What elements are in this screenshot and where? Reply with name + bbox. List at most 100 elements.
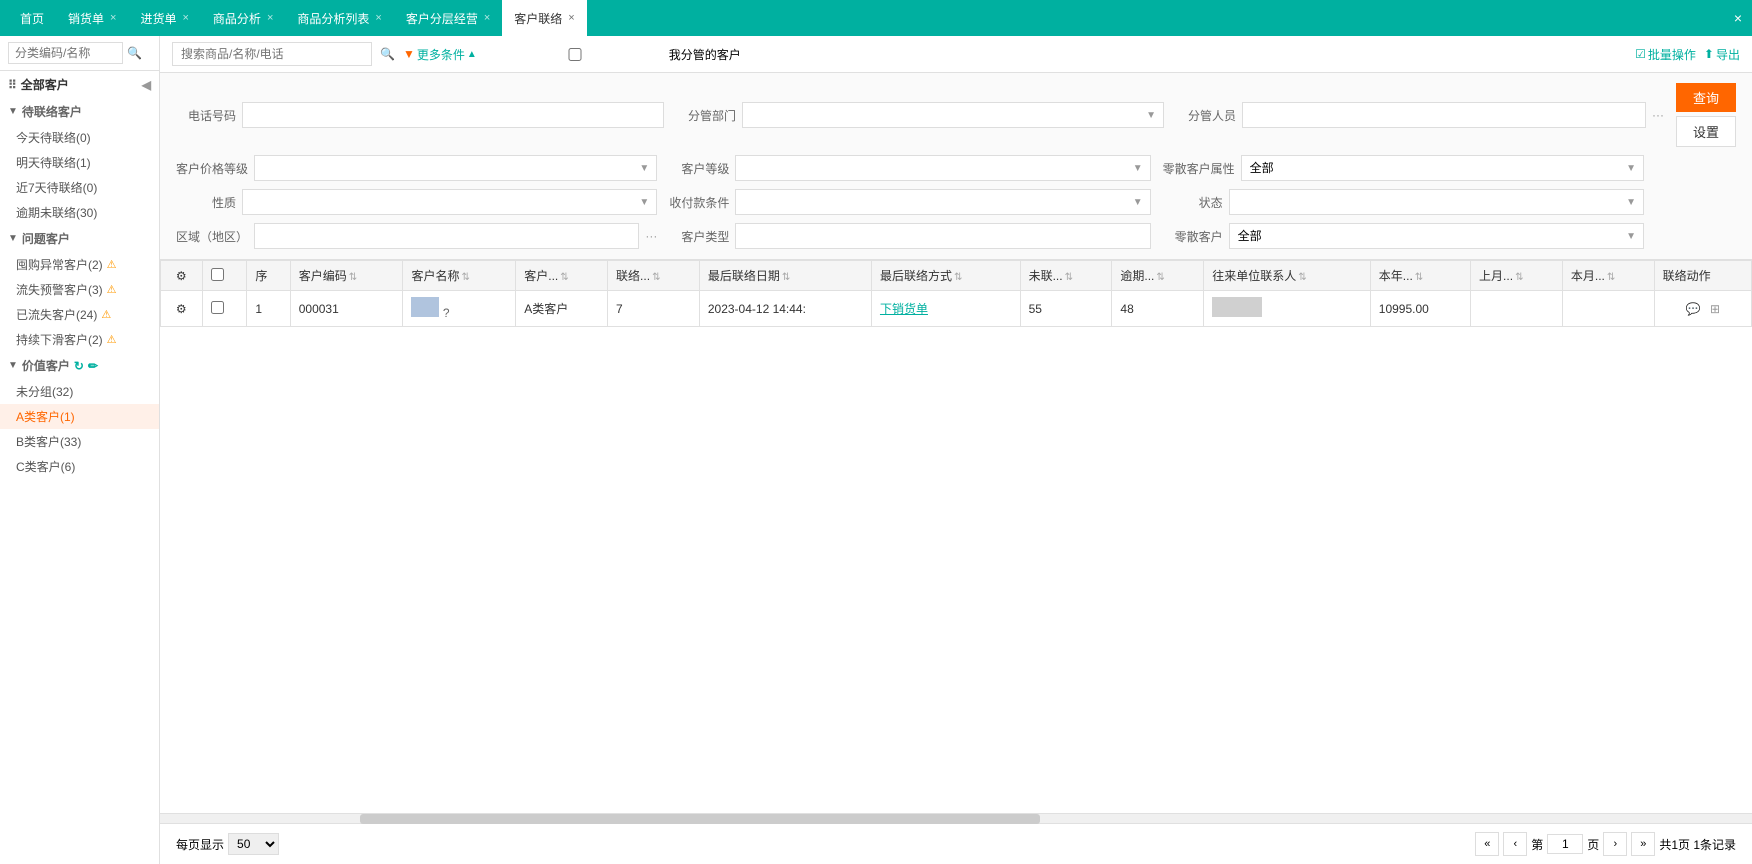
select-all-checkbox[interactable] — [211, 268, 224, 281]
last-date-header[interactable]: 最后联络日期⇅ — [699, 261, 871, 291]
filter-bar: 🔍 ▼ 更多条件 ▲ 我分管的客户 ☑ 批量操作 ⬆ 导出 — [160, 36, 1752, 73]
my-customers-check[interactable] — [485, 48, 665, 61]
problem-customers-header[interactable]: ▼ 问题客户 — [0, 225, 159, 252]
all-customers-header[interactable]: ⠿ 全部客户 ◀ — [0, 71, 159, 98]
page-size-select[interactable]: 50 100 200 — [228, 833, 279, 855]
sidebar-item-overdue[interactable]: 逾期未联络(30) — [0, 200, 159, 225]
close-all-tabs[interactable]: × — [1734, 10, 1742, 26]
row-checkbox[interactable] — [202, 291, 247, 327]
search-input[interactable] — [172, 42, 372, 66]
row-select-checkbox[interactable] — [211, 301, 224, 314]
manager-input[interactable] — [1242, 102, 1646, 128]
last-month-header[interactable]: 上月...⇅ — [1471, 261, 1563, 291]
manager-dots[interactable]: ··· — [1652, 108, 1664, 122]
top-actions: ☑ 批量操作 ⬆ 导出 — [1635, 46, 1740, 63]
contact-count-header[interactable]: 联络...⇅ — [608, 261, 700, 291]
region-input[interactable] — [254, 223, 639, 249]
sidebar-search-input[interactable] — [8, 42, 123, 64]
chat-action-icon[interactable]: 💬 — [1686, 302, 1701, 316]
last-method-link[interactable]: 下销货单 — [880, 302, 928, 316]
region-dots[interactable]: ··· — [645, 229, 657, 243]
row-contact-count: 7 — [608, 291, 700, 327]
sidebar-item-unclassified[interactable]: 未分组(32) — [0, 379, 159, 404]
value-customers-header[interactable]: ▼ 价值客户 ↻ ✏ — [0, 352, 159, 379]
overdue-sort: ⇅ — [1156, 272, 1164, 283]
sidebar-item-class-c[interactable]: C类客户(6) — [0, 454, 159, 479]
refresh-icon[interactable]: ↻ — [74, 359, 84, 373]
first-page-button[interactable]: « — [1475, 832, 1499, 856]
nav-tab-purchase[interactable]: 进货单 × — [128, 0, 200, 36]
customer-grade-select[interactable] — [735, 155, 1150, 181]
checkbox-header[interactable] — [202, 261, 247, 291]
pending-contact-header[interactable]: ▼ 待联络客户 — [0, 98, 159, 125]
batch-op-button[interactable]: ☑ 批量操作 — [1635, 46, 1696, 63]
collapse-icon[interactable]: ◀ — [142, 78, 151, 92]
contact-person-header[interactable]: 往来单位联系人⇅ — [1204, 261, 1371, 291]
next-page-button[interactable]: › — [1603, 832, 1627, 856]
status-label: 状态 — [1163, 194, 1223, 211]
edit-icon[interactable]: ✏ — [88, 359, 98, 373]
no-contact-sort: ⇅ — [1065, 272, 1073, 283]
last-method-header[interactable]: 最后联络方式⇅ — [871, 261, 1020, 291]
gear-header[interactable]: ⚙ — [161, 261, 203, 291]
nav-tab-customer-contact[interactable]: 客户联络 × — [502, 0, 586, 36]
sidebar-item-declining[interactable]: 持续下滑客户(2) ⚠ — [0, 327, 159, 352]
search-button[interactable]: 🔍 — [380, 47, 395, 61]
export-button[interactable]: ⬆ 导出 — [1704, 46, 1740, 63]
level-header[interactable]: 客户...⇅ — [516, 261, 608, 291]
close-sales-tab[interactable]: × — [110, 12, 116, 24]
nature-select[interactable] — [242, 189, 657, 215]
close-customer-tier-tab[interactable]: × — [484, 12, 490, 24]
dept-select[interactable] — [742, 102, 1164, 128]
code-header[interactable]: 客户编码⇅ — [290, 261, 403, 291]
customer-type-input[interactable] — [735, 223, 1150, 249]
current-month-header[interactable]: 本月...⇅ — [1562, 261, 1654, 291]
row-last-method[interactable]: 下销货单 — [871, 291, 1020, 327]
sidebar-item-7days[interactable]: 近7天待联络(0) — [0, 175, 159, 200]
my-customers-checkbox[interactable]: 我分管的客户 — [485, 46, 741, 63]
status-select[interactable] — [1229, 189, 1644, 215]
retail-attr-select-wrapper: 全部 ▼ — [1241, 155, 1644, 181]
code-sort-icon: ⇅ — [349, 272, 357, 283]
sidebar-item-today[interactable]: 今天待联络(0) — [0, 125, 159, 150]
row-gear[interactable]: ⚙ — [161, 291, 203, 327]
price-grade-select[interactable] — [254, 155, 657, 181]
nav-tab-customer-tier[interactable]: 客户分层经营 × — [394, 0, 502, 36]
sidebar-item-hoarding[interactable]: 囤购异常客户(2) ⚠ — [0, 252, 159, 277]
prev-page-button[interactable]: ‹ — [1503, 832, 1527, 856]
retail-attr-select[interactable]: 全部 — [1241, 155, 1644, 181]
payment-select[interactable] — [735, 189, 1150, 215]
close-customer-contact-tab[interactable]: × — [568, 12, 574, 24]
name-header[interactable]: 客户名称⇅ — [403, 261, 516, 291]
nature-label: 性质 — [176, 194, 236, 211]
sidebar-search-icon[interactable]: 🔍 — [127, 46, 142, 60]
query-btn-group: 查询 设置 — [1676, 83, 1736, 147]
query-button[interactable]: 查询 — [1676, 83, 1736, 112]
close-product-list-tab[interactable]: × — [375, 12, 381, 24]
no-contact-header[interactable]: 未联...⇅ — [1020, 261, 1112, 291]
close-purchase-tab[interactable]: × — [182, 12, 188, 24]
last-page-button[interactable]: » — [1631, 832, 1655, 856]
nav-tab-product-list[interactable]: 商品分析列表 × — [285, 0, 393, 36]
sidebar-item-class-b[interactable]: B类客户(33) — [0, 429, 159, 454]
retail-customer-select[interactable]: 全部 — [1229, 223, 1644, 249]
row-code: 000031 — [290, 291, 403, 327]
nav-tab-sales[interactable]: 销货单 × — [56, 0, 128, 36]
close-product-analysis-tab[interactable]: × — [267, 12, 273, 24]
current-year-header[interactable]: 本年...⇅ — [1370, 261, 1470, 291]
page-number-input[interactable] — [1547, 834, 1583, 854]
phone-input[interactable] — [242, 102, 664, 128]
nav-tab-home[interactable]: 首页 — [8, 0, 56, 36]
sidebar-item-lost[interactable]: 已流失客户(24) ⚠ — [0, 302, 159, 327]
overdue-header[interactable]: 逾期...⇅ — [1112, 261, 1204, 291]
more-filters-button[interactable]: ▼ 更多条件 ▲ — [403, 46, 477, 63]
scrollbar-thumb[interactable] — [360, 814, 1040, 824]
horizontal-scrollbar[interactable] — [160, 813, 1752, 823]
nav-tab-product-analysis[interactable]: 商品分析 × — [201, 0, 285, 36]
sidebar-item-tomorrow[interactable]: 明天待联络(1) — [0, 150, 159, 175]
grid-action-icon[interactable]: ⊞ — [1710, 302, 1720, 316]
settings-button[interactable]: 设置 — [1676, 116, 1736, 147]
sidebar-item-class-a[interactable]: A类客户(1) — [0, 404, 159, 429]
sidebar-item-loss-warning[interactable]: 流失预警客户(3) ⚠ — [0, 277, 159, 302]
triangle-icon-2: ▼ — [8, 233, 18, 244]
